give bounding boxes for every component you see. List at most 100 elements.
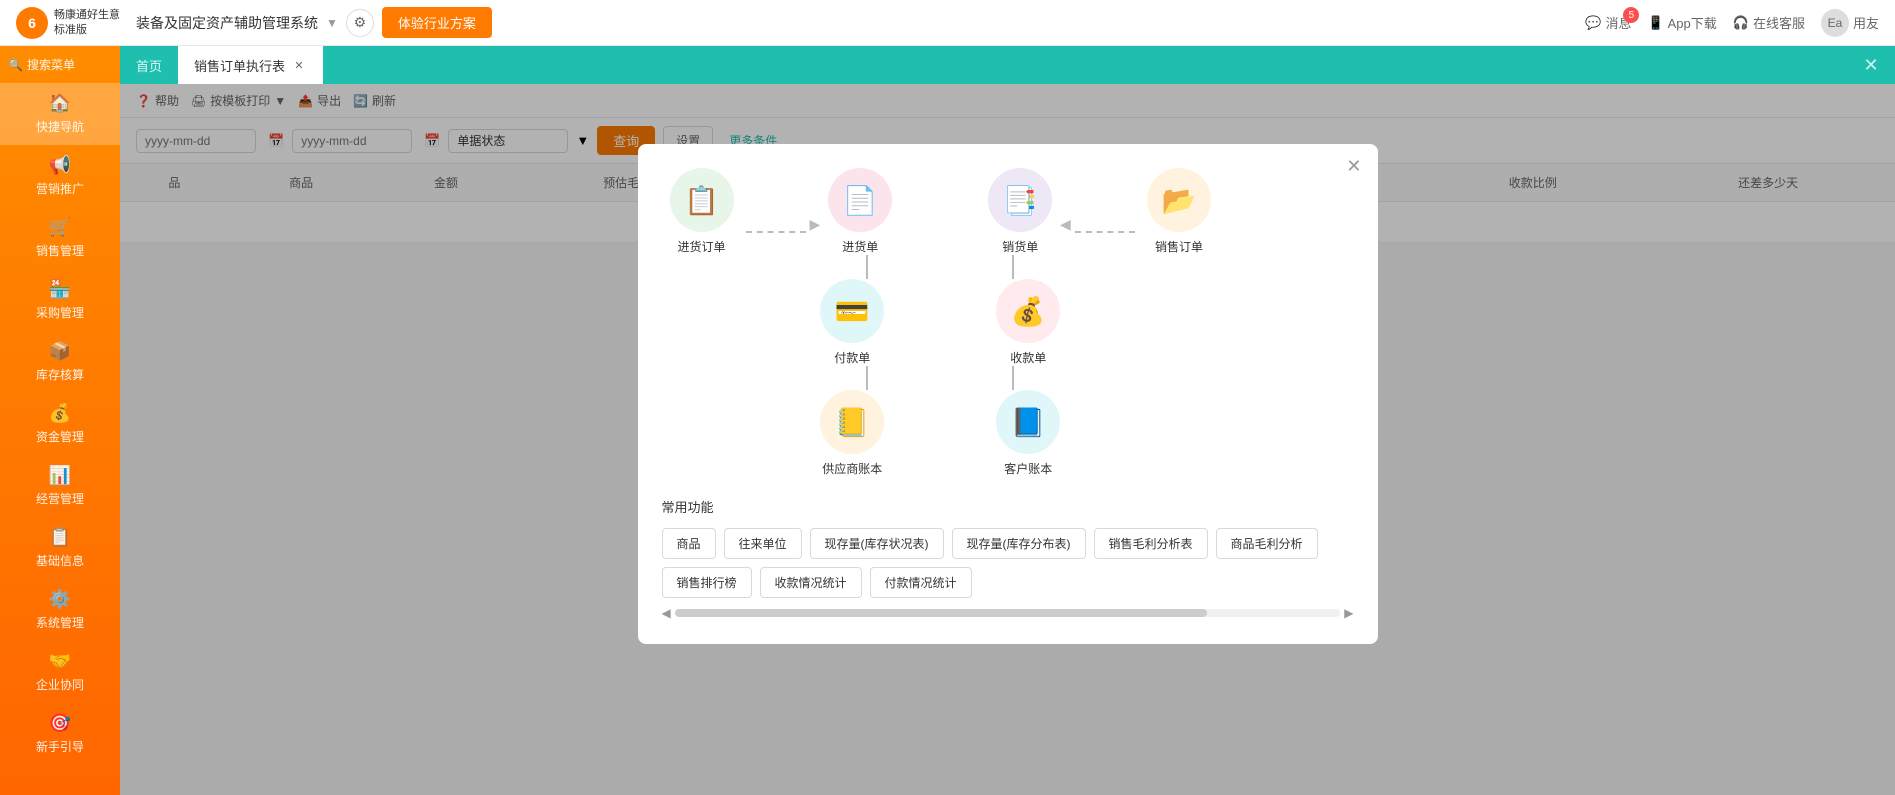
payment-bill-circle: 💳 [820, 279, 884, 343]
customer-ledger-icon: 📘 [1011, 406, 1046, 439]
purchase-order-node: 📋 进货订单 [662, 168, 742, 255]
sidebar-item-operation[interactable]: 📊 经营管理 [0, 455, 120, 517]
func-btn-sales-rank[interactable]: 销售排行榜 [662, 567, 752, 598]
arrow-pb-down [866, 255, 868, 279]
tab-bar: 首页 销售订单执行表 ✕ ✕ [120, 46, 1895, 84]
sales-order-node: 📂 销售订单 [1139, 168, 1219, 255]
sidebar-item-collab[interactable]: 🤝 企业协同 [0, 641, 120, 703]
func-btn-product[interactable]: 商品 [662, 528, 716, 559]
message-icon: 💬 [1585, 15, 1601, 31]
modal-scrollbar: ◀ ▶ [662, 606, 1354, 620]
operation-icon: 📊 [49, 465, 71, 486]
app-download-button[interactable]: 📱 App下载 [1647, 13, 1716, 32]
top-bar: 6 畅康通好生意 标准版 装备及固定资产辅助管理系统 ▼ ⚙ 体验行业方案 💬 … [0, 0, 1895, 46]
collab-icon: 🤝 [49, 651, 71, 672]
receipt-bill-node-wrap: 💰 收款单 [988, 279, 1068, 366]
purchase-bill-node: 📄 进货单 [820, 168, 900, 255]
modal-box: ✕ 📋 进货订单 [638, 144, 1378, 644]
func-btn-payment-stat[interactable]: 付款情况统计 [870, 567, 972, 598]
flow-diagram: 📋 进货订单 ▶ 📄 进货单 [662, 168, 1354, 477]
receipt-bill-circle: 💰 [996, 279, 1060, 343]
system-icon: ⚙️ [49, 589, 71, 610]
supplier-ledger-circle: 📒 [820, 390, 884, 454]
logo-icon: 6 [16, 7, 48, 39]
trial-button[interactable]: 体验行业方案 [382, 7, 492, 38]
scroll-right-icon[interactable]: ▶ [1344, 606, 1353, 620]
customer-ledger-node: 📘 客户账本 [988, 390, 1068, 477]
scrollbar-track[interactable] [675, 609, 1341, 617]
sales-bill-icon: 📑 [1003, 184, 1038, 217]
top-right: 💬 消息 5 📱 App下载 🎧 在线客服 Ea 用友 [1585, 9, 1879, 37]
func-btn-stock-status[interactable]: 现存量(库存状况表) [810, 528, 944, 559]
user-menu[interactable]: Ea 用友 [1821, 9, 1879, 37]
tab-sales-order[interactable]: 销售订单执行表 ✕ [178, 46, 323, 84]
messages-button[interactable]: 💬 消息 5 [1585, 13, 1631, 32]
sales-icon: 🛒 [49, 217, 71, 238]
func-btn-partner[interactable]: 往来单位 [724, 528, 802, 559]
logo-area: 6 畅康通好生意 标准版 [16, 7, 136, 39]
top-flow-row-right: 📑 销货单 ▶ 📂 销售订单 [980, 168, 1219, 255]
sidebar-item-quick[interactable]: 🏠 快捷导航 [0, 83, 120, 145]
payment-bill-node: 💳 付款单 [812, 279, 892, 366]
sidebar-item-system[interactable]: ⚙️ 系统管理 [0, 579, 120, 641]
right-flow: 📑 销货单 ▶ 📂 销售订单 [980, 168, 1219, 477]
sidebar-item-newbie[interactable]: 🎯 新手引导 [0, 703, 120, 765]
basic-icon: 📋 [49, 527, 71, 548]
common-functions-title: 常用功能 [662, 497, 1354, 516]
modal-close-button[interactable]: ✕ [1346, 156, 1361, 177]
sidebar-item-sales[interactable]: 🛒 销售管理 [0, 207, 120, 269]
sidebar-item-purchase[interactable]: 🏪 采购管理 [0, 269, 120, 331]
arrow-po-pb [746, 231, 806, 233]
content-area: 首页 销售订单执行表 ✕ ✕ ❓ 帮助 🖨 按模板打印 ▼ [120, 46, 1895, 795]
tab-close-icon[interactable]: ✕ [291, 57, 307, 73]
func-btn-product-profit[interactable]: 商品毛利分析 [1216, 528, 1318, 559]
message-badge: 5 [1623, 7, 1639, 23]
sidebar-search[interactable]: 🔍 搜索菜单 [0, 46, 120, 83]
inventory-icon: 📦 [49, 341, 71, 362]
main-layout: 🔍 搜索菜单 🏠 快捷导航 📢 营销推广 🛒 销售管理 🏪 采购管理 📦 库存核… [0, 46, 1895, 795]
supplier-ledger-node: 📒 供应商账本 [812, 390, 892, 477]
receipt-bill-icon: 💰 [1011, 295, 1046, 328]
purchase-bill-icon: 📄 [843, 184, 878, 217]
modal-overlay: ✕ 📋 进货订单 [120, 84, 1895, 795]
marketing-icon: 📢 [49, 155, 71, 176]
purchase-icon: 🏪 [49, 279, 71, 300]
supplier-ledger-icon: 📒 [835, 406, 870, 439]
purchase-bill-circle: 📄 [828, 168, 892, 232]
app-icon: 📱 [1647, 15, 1663, 31]
sales-bill-node: 📑 销货单 [980, 168, 1060, 255]
purchase-order-icon: 📋 [684, 184, 719, 217]
page-content: ❓ 帮助 🖨 按模板打印 ▼ 📤 导出 🔄 刷新 [120, 84, 1895, 795]
sidebar-item-inventory[interactable]: 📦 库存核算 [0, 331, 120, 393]
arrow-pay-down [866, 366, 868, 390]
func-buttons-row1: 商品 往来单位 现存量(库存状况表) 现存量(库存分布表) 销售毛利分析表 商品… [662, 528, 1354, 559]
sales-bill-circle: 📑 [988, 168, 1052, 232]
tab-close-all-button[interactable]: ✕ [1859, 53, 1883, 77]
supplier-ledger-node-wrap: 📒 供应商账本 [812, 390, 892, 477]
scroll-left-icon[interactable]: ◀ [662, 606, 671, 620]
sidebar-item-basic[interactable]: 📋 基础信息 [0, 517, 120, 579]
top-flow-row: 📋 进货订单 ▶ 📄 进货单 [662, 168, 901, 255]
left-flow: 📋 进货订单 ▶ 📄 进货单 [662, 168, 901, 477]
func-btn-sales-profit[interactable]: 销售毛利分析表 [1094, 528, 1208, 559]
title-dropdown-icon[interactable]: ▼ [326, 16, 338, 30]
service-icon: 🎧 [1733, 15, 1749, 31]
arrow-right-1: ▶ [810, 216, 821, 233]
sales-order-icon: 📂 [1162, 184, 1197, 217]
payment-bill-icon: 💳 [835, 295, 870, 328]
customer-service-button[interactable]: 🎧 在线客服 [1733, 13, 1805, 32]
finance-icon: 💰 [49, 403, 71, 424]
func-btn-stock-dist[interactable]: 现存量(库存分布表) [952, 528, 1086, 559]
avatar: Ea [1821, 9, 1849, 37]
arrow-sb-down [1012, 255, 1014, 279]
sidebar-item-finance[interactable]: 💰 资金管理 [0, 393, 120, 455]
search-icon: 🔍 [8, 58, 23, 72]
quick-nav-icon: 🏠 [49, 93, 71, 114]
func-btn-receipt-stat[interactable]: 收款情况统计 [760, 567, 862, 598]
gear-button[interactable]: ⚙ [346, 9, 374, 37]
scrollbar-thumb [675, 609, 1207, 617]
customer-ledger-node-wrap: 📘 客户账本 [988, 390, 1068, 477]
tab-home[interactable]: 首页 [120, 46, 178, 84]
func-buttons-row2: 销售排行榜 收款情况统计 付款情况统计 [662, 567, 1354, 598]
sidebar-item-marketing[interactable]: 📢 营销推广 [0, 145, 120, 207]
